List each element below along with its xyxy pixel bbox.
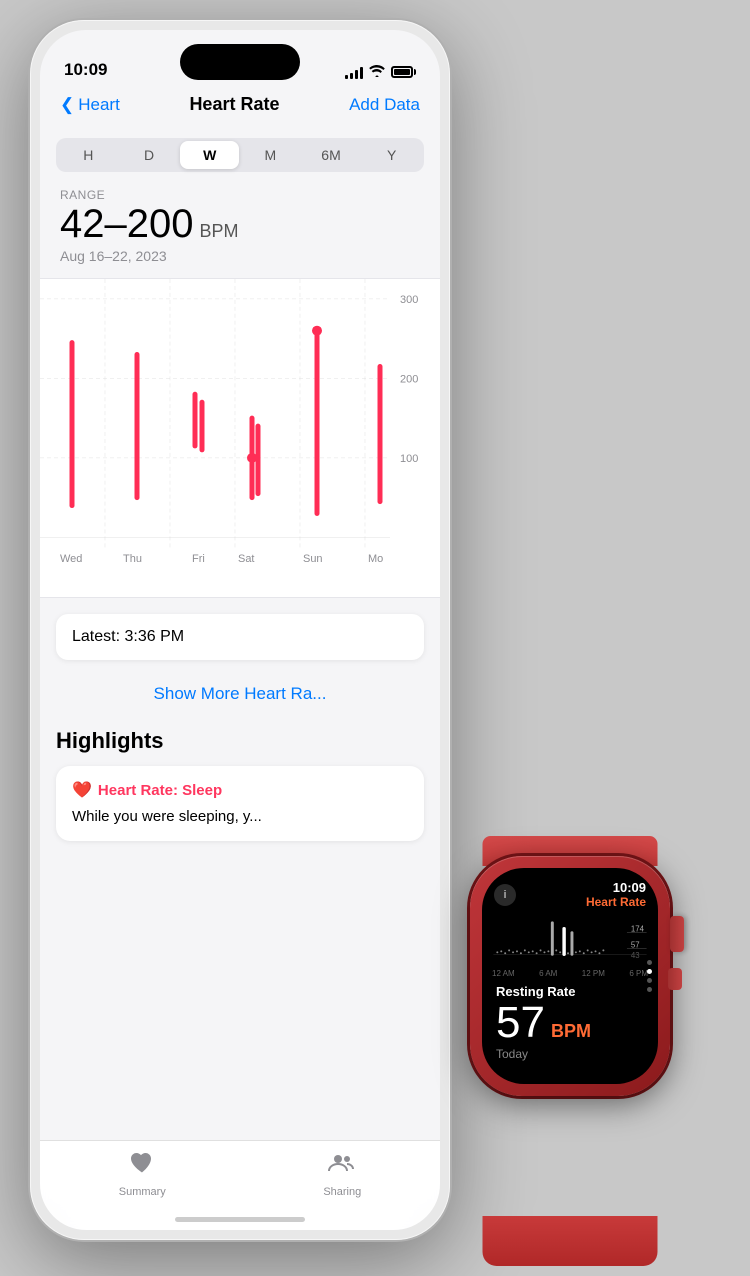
svg-text:Sat: Sat bbox=[238, 553, 255, 565]
latest-reading-box: Latest: 3:36 PM bbox=[56, 614, 424, 660]
nav-bar: ❮ Heart Heart Rate Add Data bbox=[40, 90, 440, 123]
svg-text:200: 200 bbox=[400, 373, 418, 385]
svg-text:Mo: Mo bbox=[368, 553, 383, 565]
phone-shell: 10:09 bbox=[30, 20, 450, 1240]
back-button[interactable]: ❮ Heart bbox=[60, 95, 120, 115]
highlight-card[interactable]: ❤️ Heart Rate: Sleep While you were slee… bbox=[56, 766, 424, 841]
page-title: Heart Rate bbox=[189, 94, 279, 115]
watch-dot-3 bbox=[647, 978, 652, 983]
watch-info-button[interactable]: i bbox=[494, 884, 516, 906]
highlight-tag: ❤️ Heart Rate: Sleep bbox=[72, 780, 408, 800]
svg-text:300: 300 bbox=[400, 294, 418, 306]
svg-text:Thu: Thu bbox=[123, 553, 142, 565]
range-label: RANGE bbox=[60, 188, 239, 202]
highlights-section: Highlights ❤️ Heart Rate: Sleep While yo… bbox=[56, 728, 424, 841]
watch-band-bottom bbox=[483, 1216, 658, 1266]
add-data-button[interactable]: Add Data bbox=[349, 95, 420, 115]
chevron-left-icon: ❮ bbox=[60, 95, 74, 115]
watch-resting-label: Resting Rate bbox=[496, 984, 644, 999]
watch-screen: i 10:09 Heart Rate bbox=[482, 868, 658, 1084]
range-value: 42–200 bbox=[60, 202, 193, 246]
tab-6m[interactable]: 6M bbox=[302, 141, 361, 169]
battery-icon bbox=[391, 66, 416, 78]
summary-label: Summary bbox=[119, 1186, 166, 1198]
apple-watch: i 10:09 Heart Rate bbox=[400, 826, 740, 1246]
heart-icon: ❤️ bbox=[72, 780, 92, 800]
highlight-tag-text: Heart Rate: Sleep bbox=[98, 782, 222, 799]
watch-label-12pm: 12 PM bbox=[582, 969, 605, 978]
watch-body: i 10:09 Heart Rate bbox=[470, 856, 670, 1096]
svg-text:57: 57 bbox=[631, 940, 640, 949]
svg-text:Fri: Fri bbox=[192, 553, 205, 565]
signal-icon bbox=[345, 65, 363, 79]
watch-bpm-number: 57 bbox=[496, 1001, 545, 1045]
watch-chart: 174 57 43 bbox=[482, 913, 658, 971]
phone-screen: 10:09 bbox=[40, 30, 440, 1230]
tab-y[interactable]: Y bbox=[362, 141, 421, 169]
watch-crown bbox=[670, 916, 684, 952]
sharing-label: Sharing bbox=[323, 1186, 361, 1198]
svg-text:174: 174 bbox=[631, 925, 645, 934]
watch-shell: i 10:09 Heart Rate bbox=[470, 856, 670, 1096]
watch-info-icon: i bbox=[503, 889, 506, 901]
show-more-button[interactable]: Show More Heart Ra... bbox=[56, 674, 424, 714]
watch-label-6pm: 6 PM bbox=[629, 969, 648, 978]
highlight-body: While you were sleeping, y... bbox=[72, 806, 408, 827]
svg-text:100: 100 bbox=[400, 453, 418, 465]
highlights-title: Highlights bbox=[56, 728, 424, 754]
tab-m[interactable]: M bbox=[241, 141, 300, 169]
dynamic-island bbox=[180, 44, 300, 80]
sharing-icon bbox=[327, 1151, 357, 1182]
svg-text:Sun: Sun bbox=[303, 553, 323, 565]
watch-dot-1 bbox=[647, 960, 652, 965]
back-label: Heart bbox=[78, 95, 120, 115]
status-time: 10:09 bbox=[64, 60, 107, 82]
watch-dot-4 bbox=[647, 987, 652, 992]
tab-summary[interactable]: Summary bbox=[119, 1151, 166, 1198]
range-section: RANGE 42–200 BPM Aug 16–22, 2023 bbox=[60, 188, 239, 264]
watch-bpm-unit: BPM bbox=[551, 1021, 591, 1042]
svg-text:43: 43 bbox=[631, 951, 640, 960]
watch-scroll-dots bbox=[647, 960, 652, 992]
tab-d[interactable]: D bbox=[120, 141, 179, 169]
wifi-icon bbox=[369, 64, 385, 80]
watch-label-12am: 12 AM bbox=[492, 969, 515, 978]
tab-sharing[interactable]: Sharing bbox=[323, 1151, 361, 1198]
range-unit: BPM bbox=[199, 221, 238, 242]
tab-h[interactable]: H bbox=[59, 141, 118, 169]
watch-title: Heart Rate bbox=[586, 895, 646, 909]
tab-w[interactable]: W bbox=[180, 141, 239, 169]
range-date: Aug 16–22, 2023 bbox=[60, 248, 239, 264]
heart-rate-chart: 300 200 100 Wed Thu Fri Sat Sun Mo bbox=[40, 278, 440, 598]
watch-dot-2 bbox=[647, 969, 652, 974]
svg-text:Wed: Wed bbox=[60, 553, 82, 565]
summary-icon bbox=[129, 1151, 155, 1182]
watch-resting-section: Resting Rate 57 BPM bbox=[482, 978, 658, 1045]
watch-time: 10:09 bbox=[586, 880, 646, 895]
watch-label-6am: 6 AM bbox=[539, 969, 557, 978]
status-icons bbox=[345, 64, 416, 82]
time-filter-tabs: H D W M 6M Y bbox=[56, 138, 424, 172]
watch-today: Today bbox=[482, 1045, 658, 1063]
home-indicator bbox=[175, 1217, 305, 1222]
latest-text: Latest: 3:36 PM bbox=[72, 628, 184, 645]
watch-side-button bbox=[668, 968, 682, 990]
